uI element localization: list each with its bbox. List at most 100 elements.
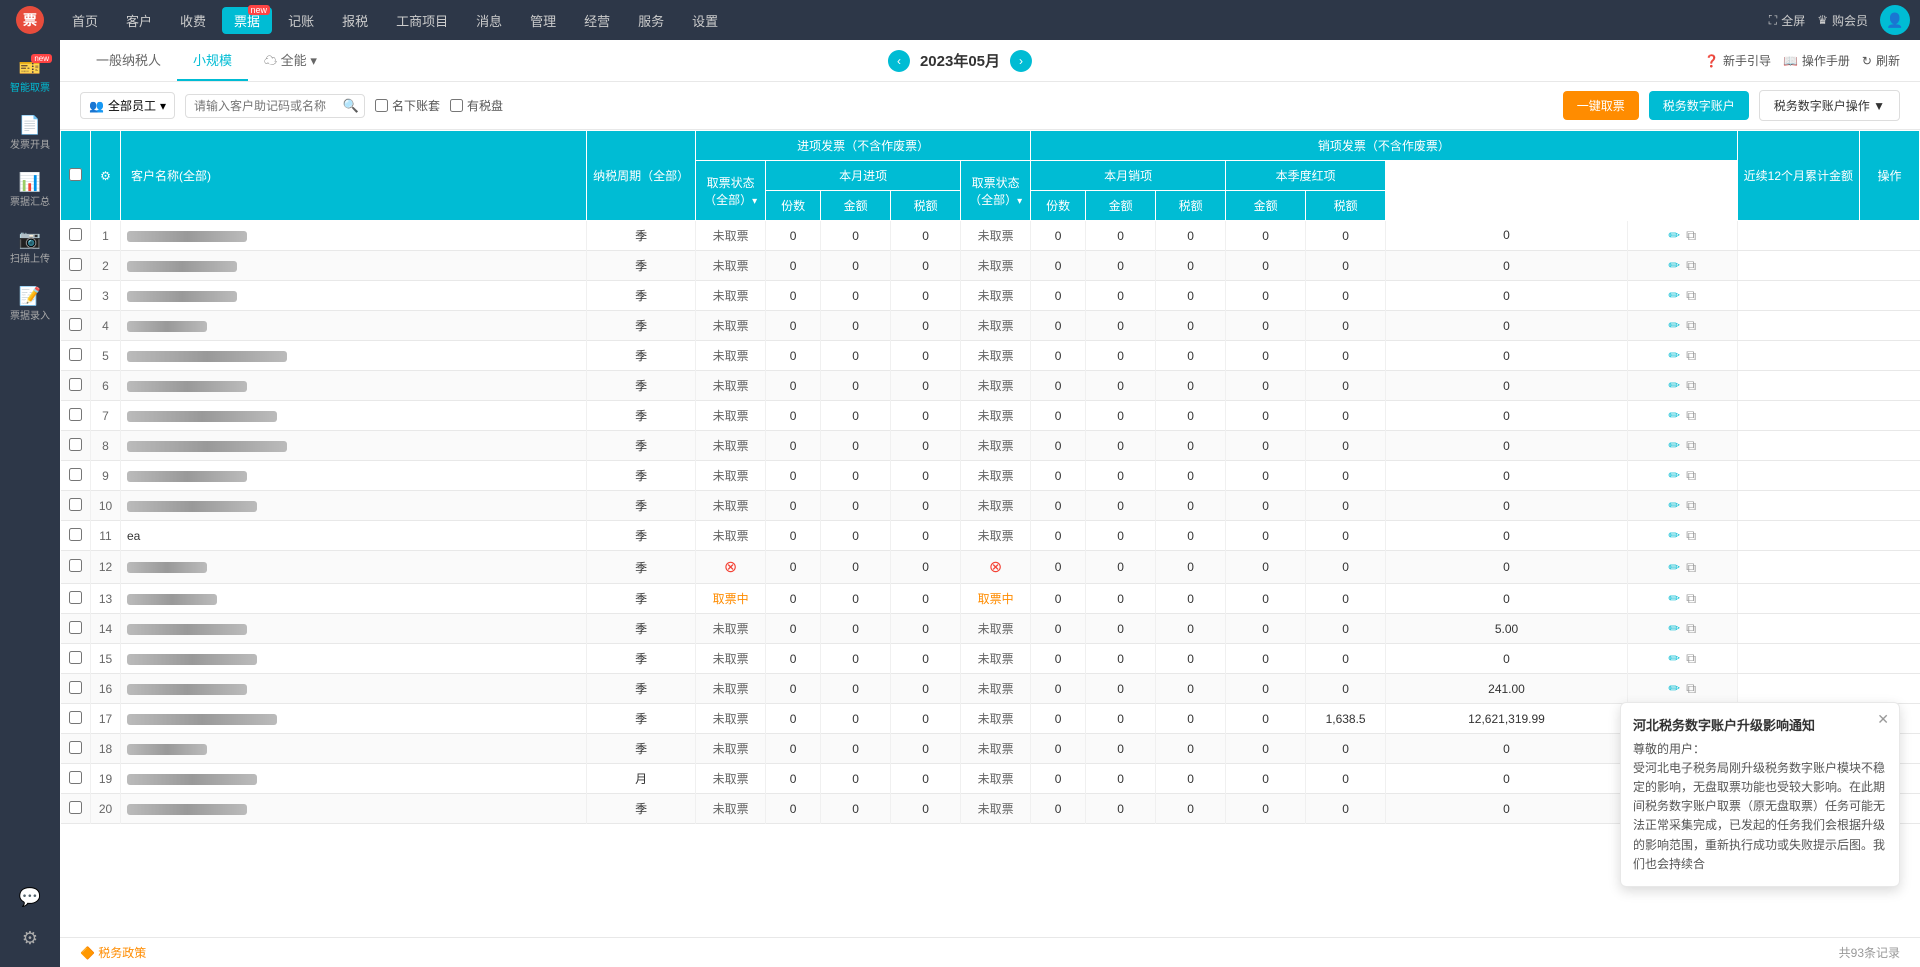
nav-item-manage[interactable]: 管理 <box>518 7 568 34</box>
row-checkbox[interactable] <box>69 318 82 331</box>
search-btn[interactable]: 🔍 <box>343 98 359 114</box>
tab-small[interactable]: 小规模 <box>177 40 248 81</box>
copy-icon[interactable]: ⧉ <box>1686 650 1696 667</box>
one-click-btn[interactable]: 一键取票 <box>1563 91 1639 120</box>
refresh-btn[interactable]: ↻ 刷新 <box>1862 52 1900 69</box>
fullscreen-btn[interactable]: ⛶ 全屏 <box>1769 12 1805 29</box>
copy-icon[interactable]: ⧉ <box>1686 377 1696 394</box>
nav-item-ticket[interactable]: 票据 new <box>222 7 272 34</box>
new-guide-btn[interactable]: ❓ 新手引导 <box>1704 52 1771 69</box>
date-prev-btn[interactable]: ‹ <box>888 50 910 72</box>
checkbox-account-input[interactable] <box>375 99 388 112</box>
row-checkbox[interactable] <box>69 258 82 271</box>
tab-all[interactable]: ☁ 全能 ▾ <box>248 40 333 81</box>
sidebar-item-scan[interactable]: 📷 扫描上传 <box>4 221 56 274</box>
nav-item-client[interactable]: 客户 <box>114 7 164 34</box>
edit-icon[interactable]: ✏ <box>1668 377 1680 394</box>
nav-item-account[interactable]: 记账 <box>276 7 326 34</box>
copy-icon[interactable]: ⧉ <box>1686 317 1696 334</box>
copy-icon[interactable]: ⧉ <box>1686 620 1696 637</box>
cell-red-tax: 0 <box>1306 461 1386 491</box>
checkbox-taxdisk-input[interactable] <box>450 99 463 112</box>
edit-icon[interactable]: ✏ <box>1668 620 1680 637</box>
edit-icon[interactable]: ✏ <box>1668 257 1680 274</box>
row-checkbox[interactable] <box>69 498 82 511</box>
nav-item-fee[interactable]: 收费 <box>168 7 218 34</box>
edit-icon[interactable]: ✏ <box>1668 347 1680 364</box>
tax-digital-btn[interactable]: 税务数字账户 <box>1649 91 1749 120</box>
select-all-checkbox[interactable] <box>69 168 82 181</box>
copy-icon[interactable]: ⧉ <box>1686 680 1696 697</box>
nav-item-home[interactable]: 首页 <box>60 7 110 34</box>
copy-icon[interactable]: ⧉ <box>1686 227 1696 244</box>
table-row: 6 季 未取票 0 0 0 未取票 0 0 0 0 0 0 ✏ ⧉ <box>61 371 1920 401</box>
checkbox-taxdisk[interactable]: 有税盘 <box>450 97 503 114</box>
tax-policy-link[interactable]: 🔶 税务政策 <box>80 944 146 961</box>
sidebar-item-invoice-open[interactable]: 📄 发票开具 <box>4 107 56 160</box>
sidebar-item-message[interactable]: 💬 <box>4 879 56 916</box>
cell-in-amount: 0 <box>821 401 891 431</box>
row-checkbox[interactable] <box>69 559 82 572</box>
row-checkbox[interactable] <box>69 801 82 814</box>
edit-icon[interactable]: ✏ <box>1668 497 1680 514</box>
copy-icon[interactable]: ⧉ <box>1686 287 1696 304</box>
edit-icon[interactable]: ✏ <box>1668 287 1680 304</box>
row-checkbox[interactable] <box>69 468 82 481</box>
manual-btn[interactable]: 📖 操作手册 <box>1783 52 1850 69</box>
tax-digital-action-btn[interactable]: 税务数字账户操作 ▼ <box>1759 90 1900 121</box>
staff-select[interactable]: 👥 全部员工 ▾ <box>80 92 175 119</box>
copy-icon[interactable]: ⧉ <box>1686 437 1696 454</box>
nav-item-tax[interactable]: 报税 <box>330 7 380 34</box>
copy-icon[interactable]: ⧉ <box>1686 347 1696 364</box>
row-checkbox[interactable] <box>69 711 82 724</box>
row-checkbox[interactable] <box>69 378 82 391</box>
copy-icon[interactable]: ⧉ <box>1686 497 1696 514</box>
search-input[interactable] <box>185 94 365 118</box>
row-checkbox[interactable] <box>69 771 82 784</box>
row-checkbox[interactable] <box>69 288 82 301</box>
edit-icon[interactable]: ✏ <box>1668 227 1680 244</box>
row-checkbox[interactable] <box>69 408 82 421</box>
row-checkbox[interactable] <box>69 621 82 634</box>
vip-btn[interactable]: ♛ 购会员 <box>1817 12 1868 29</box>
sidebar-item-config[interactable]: ⚙ <box>4 920 56 957</box>
copy-icon[interactable]: ⧉ <box>1686 559 1696 576</box>
date-next-btn[interactable]: › <box>1010 50 1032 72</box>
edit-icon[interactable]: ✏ <box>1668 559 1680 576</box>
cell-no: 12 <box>91 551 121 584</box>
edit-icon[interactable]: ✏ <box>1668 527 1680 544</box>
row-checkbox[interactable] <box>69 528 82 541</box>
cell-out-count: 0 <box>1031 431 1086 461</box>
notif-close-btn[interactable]: ✕ <box>1877 711 1889 728</box>
row-checkbox[interactable] <box>69 228 82 241</box>
row-checkbox[interactable] <box>69 681 82 694</box>
edit-icon[interactable]: ✏ <box>1668 407 1680 424</box>
edit-icon[interactable]: ✏ <box>1668 590 1680 607</box>
copy-icon[interactable]: ⧉ <box>1686 527 1696 544</box>
row-checkbox[interactable] <box>69 348 82 361</box>
edit-icon[interactable]: ✏ <box>1668 680 1680 697</box>
row-checkbox[interactable] <box>69 651 82 664</box>
copy-icon[interactable]: ⧉ <box>1686 590 1696 607</box>
nav-item-msg[interactable]: 消息 <box>464 7 514 34</box>
sidebar-item-smart-ticket[interactable]: new 🎫 智能取票 <box>4 50 56 103</box>
checkbox-account[interactable]: 名下账套 <box>375 97 440 114</box>
avatar[interactable]: 👤 <box>1880 5 1910 35</box>
tab-general[interactable]: 一般纳税人 <box>80 40 177 81</box>
copy-icon[interactable]: ⧉ <box>1686 467 1696 484</box>
edit-icon[interactable]: ✏ <box>1668 650 1680 667</box>
sidebar-item-summary[interactable]: 📊 票据汇总 <box>4 164 56 217</box>
edit-icon[interactable]: ✏ <box>1668 467 1680 484</box>
nav-item-settings[interactable]: 设置 <box>680 7 730 34</box>
nav-item-service[interactable]: 服务 <box>626 7 676 34</box>
row-checkbox[interactable] <box>69 591 82 604</box>
nav-item-biz[interactable]: 工商项目 <box>384 7 460 34</box>
edit-icon[interactable]: ✏ <box>1668 317 1680 334</box>
edit-icon[interactable]: ✏ <box>1668 437 1680 454</box>
row-checkbox[interactable] <box>69 741 82 754</box>
nav-item-biz2[interactable]: 经营 <box>572 7 622 34</box>
sidebar-item-entry[interactable]: 📝 票据录入 <box>4 278 56 331</box>
row-checkbox[interactable] <box>69 438 82 451</box>
copy-icon[interactable]: ⧉ <box>1686 407 1696 424</box>
copy-icon[interactable]: ⧉ <box>1686 257 1696 274</box>
